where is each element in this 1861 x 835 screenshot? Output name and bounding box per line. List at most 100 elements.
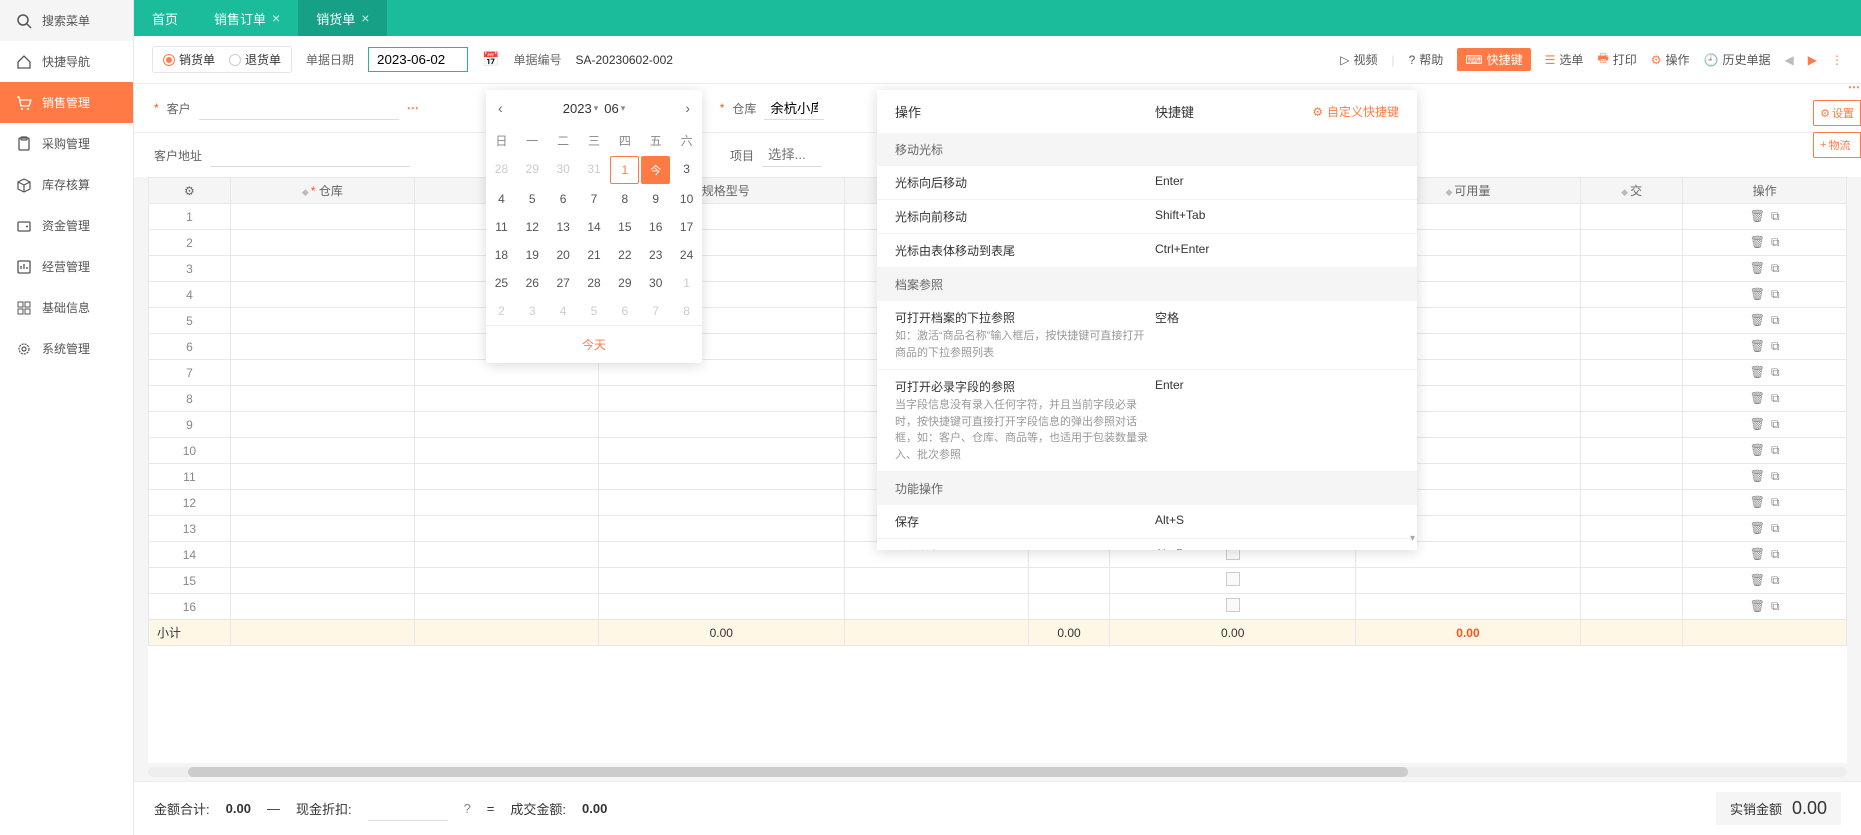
table-cell[interactable]: [1580, 334, 1682, 360]
table-cell[interactable]: [230, 568, 414, 594]
chevron-right-icon[interactable]: ▶: [1808, 53, 1817, 67]
table-cell[interactable]: [1580, 256, 1682, 282]
table-cell[interactable]: 🗑⧉: [1683, 594, 1847, 620]
delete-icon[interactable]: 🗑: [1750, 443, 1765, 457]
cal-day[interactable]: 16: [641, 214, 670, 240]
copy-icon[interactable]: ⧉: [1771, 417, 1780, 431]
copy-icon[interactable]: ⧉: [1771, 391, 1780, 405]
cal-day[interactable]: 15: [610, 214, 639, 240]
table-cell[interactable]: [1580, 360, 1682, 386]
copy-icon[interactable]: ⧉: [1771, 261, 1780, 275]
customer-addr-input[interactable]: [210, 143, 410, 167]
table-cell[interactable]: [599, 360, 844, 386]
copy-icon[interactable]: ⧉: [1771, 599, 1780, 613]
delete-icon[interactable]: 🗑: [1750, 547, 1765, 561]
table-cell[interactable]: [1580, 490, 1682, 516]
table-cell[interactable]: [230, 204, 414, 230]
cal-day-next[interactable]: 2: [487, 298, 516, 324]
print-button[interactable]: 🖶打印: [1597, 49, 1636, 70]
cal-day-prev[interactable]: 28: [487, 156, 516, 184]
table-cell[interactable]: 🗑⧉: [1683, 334, 1847, 360]
copy-icon[interactable]: ⧉: [1771, 443, 1780, 457]
table-cell[interactable]: [414, 412, 598, 438]
cal-day-next[interactable]: 1: [672, 270, 701, 296]
cal-prev-button[interactable]: ‹: [498, 100, 503, 116]
table-cell[interactable]: 🗑⧉: [1683, 282, 1847, 308]
table-cell[interactable]: [1580, 594, 1682, 620]
table-cell[interactable]: 9: [149, 412, 231, 438]
gift-checkbox[interactable]: [1226, 598, 1240, 612]
cal-day[interactable]: 20: [549, 242, 578, 268]
cal-day[interactable]: 29: [610, 270, 639, 296]
cal-day-next[interactable]: 8: [672, 298, 701, 324]
table-cell[interactable]: 12: [149, 490, 231, 516]
table-cell[interactable]: 6: [149, 334, 231, 360]
table-cell[interactable]: [230, 542, 414, 568]
customer-input[interactable]: [199, 96, 399, 120]
table-cell[interactable]: [1580, 412, 1682, 438]
table-cell[interactable]: [599, 490, 844, 516]
cal-day[interactable]: 3: [672, 156, 701, 184]
pick-button[interactable]: ☰选单: [1545, 51, 1584, 68]
table-cell[interactable]: 10: [149, 438, 231, 464]
table-cell[interactable]: [1580, 516, 1682, 542]
help-icon[interactable]: ?: [464, 801, 471, 816]
table-cell[interactable]: [230, 282, 414, 308]
table-cell[interactable]: 🗑⧉: [1683, 438, 1847, 464]
sidebar-item-search[interactable]: 搜索菜单: [0, 0, 133, 41]
cal-day[interactable]: 24: [672, 242, 701, 268]
gift-checkbox[interactable]: [1226, 572, 1240, 586]
table-cell[interactable]: 4: [149, 282, 231, 308]
hotkey-button[interactable]: ⌨快捷键: [1457, 48, 1530, 71]
delete-icon[interactable]: 🗑: [1750, 495, 1765, 509]
table-cell[interactable]: [1028, 594, 1110, 620]
cal-day[interactable]: 1: [610, 156, 639, 184]
delete-icon[interactable]: 🗑: [1750, 339, 1765, 353]
table-cell[interactable]: [1580, 386, 1682, 412]
table-cell[interactable]: 🗑⧉: [1683, 360, 1847, 386]
table-cell[interactable]: [1580, 308, 1682, 334]
project-input[interactable]: [762, 143, 822, 167]
table-cell[interactable]: [599, 438, 844, 464]
table-cell[interactable]: [414, 464, 598, 490]
copy-icon[interactable]: ⧉: [1771, 365, 1780, 379]
cal-day-next[interactable]: 7: [641, 298, 670, 324]
table-cell[interactable]: [844, 594, 1028, 620]
radio-return-slip[interactable]: 退货单: [229, 51, 281, 68]
delete-icon[interactable]: 🗑: [1750, 365, 1765, 379]
cal-day[interactable]: 25: [487, 270, 516, 296]
copy-icon[interactable]: ⧉: [1771, 469, 1780, 483]
table-cell[interactable]: [599, 542, 844, 568]
more-icon[interactable]: ⋮: [1831, 53, 1843, 67]
table-cell[interactable]: [230, 412, 414, 438]
cal-day[interactable]: 4: [487, 186, 516, 212]
table-cell[interactable]: 7: [149, 360, 231, 386]
table-cell[interactable]: [599, 386, 844, 412]
history-button[interactable]: 🕘历史单据: [1704, 51, 1771, 68]
table-cell[interactable]: [1580, 464, 1682, 490]
table-cell[interactable]: [230, 464, 414, 490]
cal-day[interactable]: 6: [549, 186, 578, 212]
table-cell[interactable]: [1580, 282, 1682, 308]
table-cell[interactable]: [230, 230, 414, 256]
table-cell[interactable]: [1580, 438, 1682, 464]
cal-day[interactable]: 13: [549, 214, 578, 240]
table-cell[interactable]: [1580, 542, 1682, 568]
copy-icon[interactable]: ⧉: [1771, 521, 1780, 535]
table-cell[interactable]: [599, 412, 844, 438]
sidebar-item-system[interactable]: 系统管理: [0, 328, 133, 369]
table-cell[interactable]: [414, 594, 598, 620]
cal-day-next[interactable]: 5: [580, 298, 609, 324]
custom-hotkey-button[interactable]: ⚙自定义快捷键: [1312, 103, 1399, 120]
copy-icon[interactable]: ⧉: [1771, 209, 1780, 223]
table-cell[interactable]: [599, 594, 844, 620]
delete-icon[interactable]: 🗑: [1750, 417, 1765, 431]
table-cell[interactable]: [599, 516, 844, 542]
table-cell[interactable]: [230, 360, 414, 386]
cal-day-next[interactable]: 6: [610, 298, 639, 324]
table-cell[interactable]: 🗑⧉: [1683, 464, 1847, 490]
table-cell[interactable]: [230, 516, 414, 542]
copy-icon[interactable]: ⧉: [1771, 313, 1780, 327]
table-cell[interactable]: 🗑⧉: [1683, 412, 1847, 438]
cal-day[interactable]: 12: [518, 214, 547, 240]
